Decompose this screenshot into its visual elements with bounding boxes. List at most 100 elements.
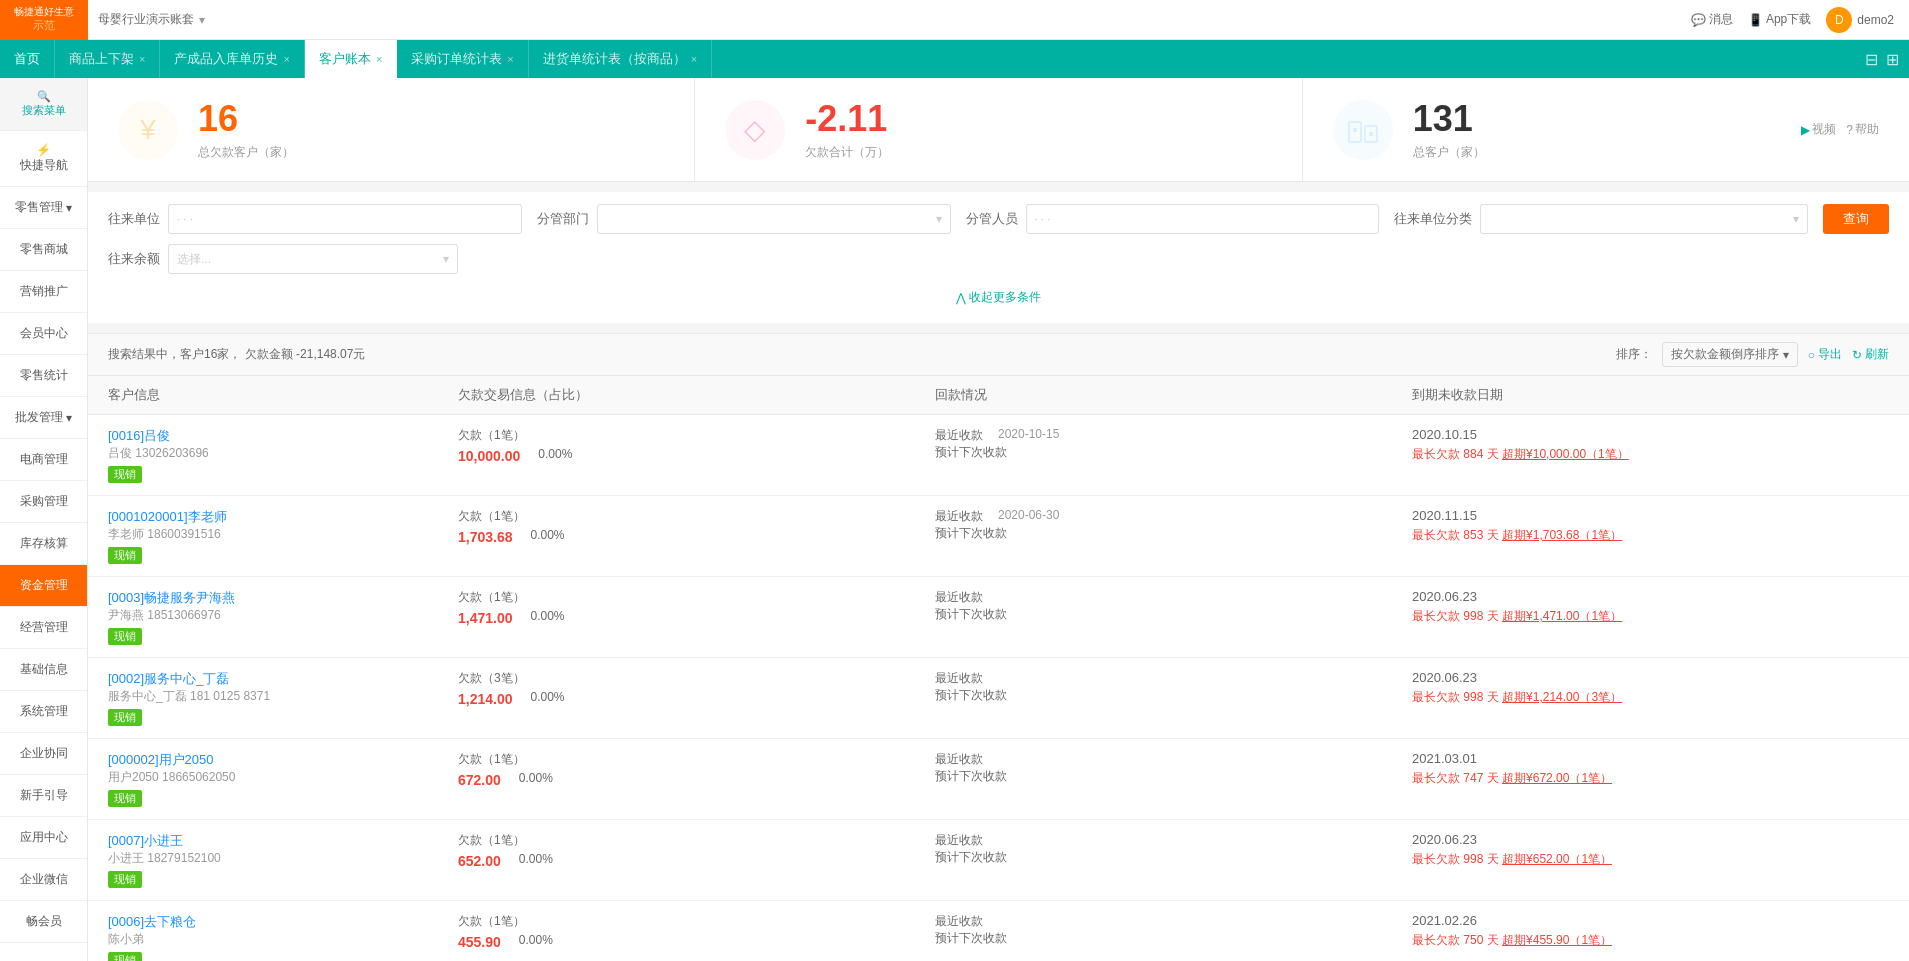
table-row: [0003]畅捷服务尹海燕 尹海燕 18513066976 现销 欠款（1笔） … <box>88 577 1909 658</box>
debt-info-cell: 欠款（1笔） 1,471.00 0.00% <box>458 589 935 626</box>
store-dropdown-icon[interactable]: ▾ <box>199 13 205 27</box>
sidebar-item-system[interactable]: 系统管理 <box>0 691 87 733</box>
customer-id-link[interactable]: [0003]畅捷服务尹海燕 <box>108 589 458 607</box>
customer-id-link[interactable]: [0001020001]李老师 <box>108 508 458 526</box>
customer-id-link[interactable]: [0007]小进王 <box>108 832 458 850</box>
sidebar-item-search[interactable]: 🔍 搜索菜单 <box>0 78 87 131</box>
overdue-amount-link[interactable]: 超期¥455.90（1笔） <box>1502 933 1612 947</box>
balance-dropdown-icon: ▾ <box>443 252 449 266</box>
filter-dept-select[interactable]: ▾ <box>597 204 951 234</box>
return-row-last: 最近收款 <box>935 670 1412 687</box>
overdue-amount-link[interactable]: 超期¥10,000.00（1笔） <box>1502 447 1629 461</box>
sidebar-item-purchase[interactable]: 采购管理 <box>0 481 87 523</box>
customer-id-link[interactable]: [0006]去下粮仓 <box>108 913 458 931</box>
close-tab-product-shelf[interactable]: × <box>139 53 145 65</box>
sidebar-item-retail-stats[interactable]: 零售统计 <box>0 355 87 397</box>
col-header-debt: 欠款交易信息（占比） <box>458 386 935 404</box>
sidebar-item-enterprise-collab[interactable]: 企业协同 <box>0 733 87 775</box>
sidebar-item-retail-mgmt[interactable]: 零售管理 ▾ <box>0 187 87 229</box>
sidebar-item-retail-mall[interactable]: 零售商城 <box>0 229 87 271</box>
filter-person-input[interactable]: ··· <box>1026 204 1380 234</box>
overdue-amount-link[interactable]: 超期¥1,471.00（1笔） <box>1502 609 1622 623</box>
sidebar-item-member-club[interactable]: 畅会员 <box>0 901 87 943</box>
sidebar-item-new-guide[interactable]: 新手引导 <box>0 775 87 817</box>
customer-id-link[interactable]: [0002]服务中心_丁磊 <box>108 670 458 688</box>
app-download-btn[interactable]: 📱 App下载 <box>1748 11 1811 28</box>
sidebar-item-enterprise-wechat[interactable]: 企业微信 <box>0 859 87 901</box>
tab-customer-account[interactable]: 客户账本 × <box>305 40 397 78</box>
filter-supplier-input[interactable]: ··· <box>168 204 522 234</box>
overdue-amount-link[interactable]: 超期¥672.00（1笔） <box>1502 771 1612 785</box>
sidebar-item-quick-nav[interactable]: ⚡ 快捷导航 <box>0 131 87 187</box>
tab-product-history[interactable]: 产成品入库单历史 × <box>160 40 304 78</box>
user-avatar[interactable]: D demo2 <box>1826 7 1894 33</box>
filter-person: 分管人员 ··· <box>966 204 1380 234</box>
sidebar-item-operations[interactable]: 经营管理 <box>0 607 87 649</box>
customer-id-link[interactable]: [0016]吕俊 <box>108 427 458 445</box>
sidebar: 🔍 搜索菜单 ⚡ 快捷导航 零售管理 ▾ 零售商城 营销推广 会员中心 零售统计… <box>0 78 88 961</box>
last-payment-label: 最近收款 <box>935 670 983 687</box>
close-tab-product-history[interactable]: × <box>283 53 289 65</box>
filter-dept-label: 分管部门 <box>537 210 589 228</box>
overdue-amount-link[interactable]: 超期¥1,703.68（1笔） <box>1502 528 1622 542</box>
debt-amount: 1,471.00 <box>458 610 513 626</box>
sidebar-item-inventory[interactable]: 库存核算 <box>0 523 87 565</box>
debt-customers-number: 16 <box>198 98 294 140</box>
debt-total-info: -2.11 欠款合计（万） <box>805 98 889 161</box>
window-maximize-btn[interactable]: ⊞ <box>1886 50 1899 69</box>
next-payment-label: 预计下次收款 <box>935 930 1007 947</box>
logo-area[interactable]: 畅捷通好生意 示范 <box>0 0 88 40</box>
debt-count: 欠款（1笔） <box>458 751 525 768</box>
sort-select[interactable]: 按欠款金额倒序排序 ▾ <box>1662 342 1798 367</box>
customer-tag: 现销 <box>108 790 142 807</box>
debt-customers-label: 总欠款客户（家） <box>198 144 294 161</box>
main-layout: 🔍 搜索菜单 ⚡ 快捷导航 零售管理 ▾ 零售商城 营销推广 会员中心 零售统计… <box>0 78 1909 961</box>
return-info-cell: 最近收款 预计下次收款 <box>935 589 1412 623</box>
filter-area: 往来单位 ··· 分管部门 ▾ 分管人员 ··· <box>88 192 1909 323</box>
due-date: 2020.10.15 <box>1412 427 1889 442</box>
store-selector[interactable]: 母婴行业演示账套 ▾ <box>88 11 1691 28</box>
overdue-info: 最长欠款 853 天 超期¥1,703.68（1笔） <box>1412 527 1889 544</box>
overdue-amount-link[interactable]: 超期¥652.00（1笔） <box>1502 852 1612 866</box>
sidebar-item-finance[interactable]: 资金管理 <box>0 565 87 607</box>
sidebar-item-batch-mgmt[interactable]: 批发管理 ▾ <box>0 397 87 439</box>
table-row: [0002]服务中心_丁磊 服务中心_丁磊 181 0125 8371 现销 欠… <box>88 658 1909 739</box>
sidebar-item-member-center[interactable]: 会员中心 <box>0 313 87 355</box>
due-date: 2021.02.26 <box>1412 913 1889 928</box>
debt-amount-row: 1,214.00 0.00% <box>458 687 935 707</box>
query-button[interactable]: 查询 <box>1823 204 1889 234</box>
sidebar-item-basic-info[interactable]: 基础信息 <box>0 649 87 691</box>
return-row-last: 最近收款 <box>935 913 1412 930</box>
overdue-info: 最长欠款 998 天 超期¥652.00（1笔） <box>1412 851 1889 868</box>
window-minimize-btn[interactable]: ⊟ <box>1865 50 1878 69</box>
debt-row: 欠款（1笔） <box>458 427 935 444</box>
filter-category-select[interactable]: ▾ <box>1480 204 1808 234</box>
last-payment-date: 2020-10-15 <box>998 427 1059 444</box>
close-tab-customer-account[interactable]: × <box>376 53 382 65</box>
close-tab-import-stats[interactable]: × <box>691 53 697 65</box>
return-row-next: 预计下次收款 <box>935 444 1412 461</box>
avatar-circle: D <box>1826 7 1852 33</box>
video-btn[interactable]: ▶ 视频 <box>1801 121 1836 138</box>
result-actions: 排序： 按欠款金额倒序排序 ▾ ○ 导出 ↻ 刷新 <box>1616 342 1889 367</box>
filter-balance-select[interactable]: 选择... ▾ <box>168 244 458 274</box>
customer-tag: 现销 <box>108 547 142 564</box>
collapse-filter-btn[interactable]: ⋀ 收起更多条件 <box>108 284 1889 311</box>
debt-amount: 1,214.00 <box>458 691 513 707</box>
export-btn[interactable]: ○ 导出 <box>1808 346 1842 363</box>
sidebar-item-app-center[interactable]: 应用中心 <box>0 817 87 859</box>
tab-product-shelf[interactable]: 商品上下架 × <box>55 40 160 78</box>
tab-home[interactable]: 首页 <box>0 40 55 78</box>
debt-amount: 10,000.00 <box>458 448 520 464</box>
help-btn[interactable]: ? 帮助 <box>1846 121 1879 138</box>
close-tab-purchase-order[interactable]: × <box>507 53 513 65</box>
refresh-btn[interactable]: ↻ 刷新 <box>1852 346 1889 363</box>
sidebar-item-ecommerce[interactable]: 电商管理 <box>0 439 87 481</box>
message-btn[interactable]: 💬 消息 <box>1691 11 1733 28</box>
tab-import-stats[interactable]: 进货单统计表（按商品） × <box>529 40 712 78</box>
overdue-amount-link[interactable]: 超期¥1,214.00（3笔） <box>1502 690 1622 704</box>
sidebar-item-marketing[interactable]: 营销推广 <box>0 271 87 313</box>
table-row: [0007]小进王 小进王 18279152100 现销 欠款（1笔） 652.… <box>88 820 1909 901</box>
customer-id-link[interactable]: [000002]用户2050 <box>108 751 458 769</box>
tab-purchase-order[interactable]: 采购订单统计表 × <box>397 40 528 78</box>
